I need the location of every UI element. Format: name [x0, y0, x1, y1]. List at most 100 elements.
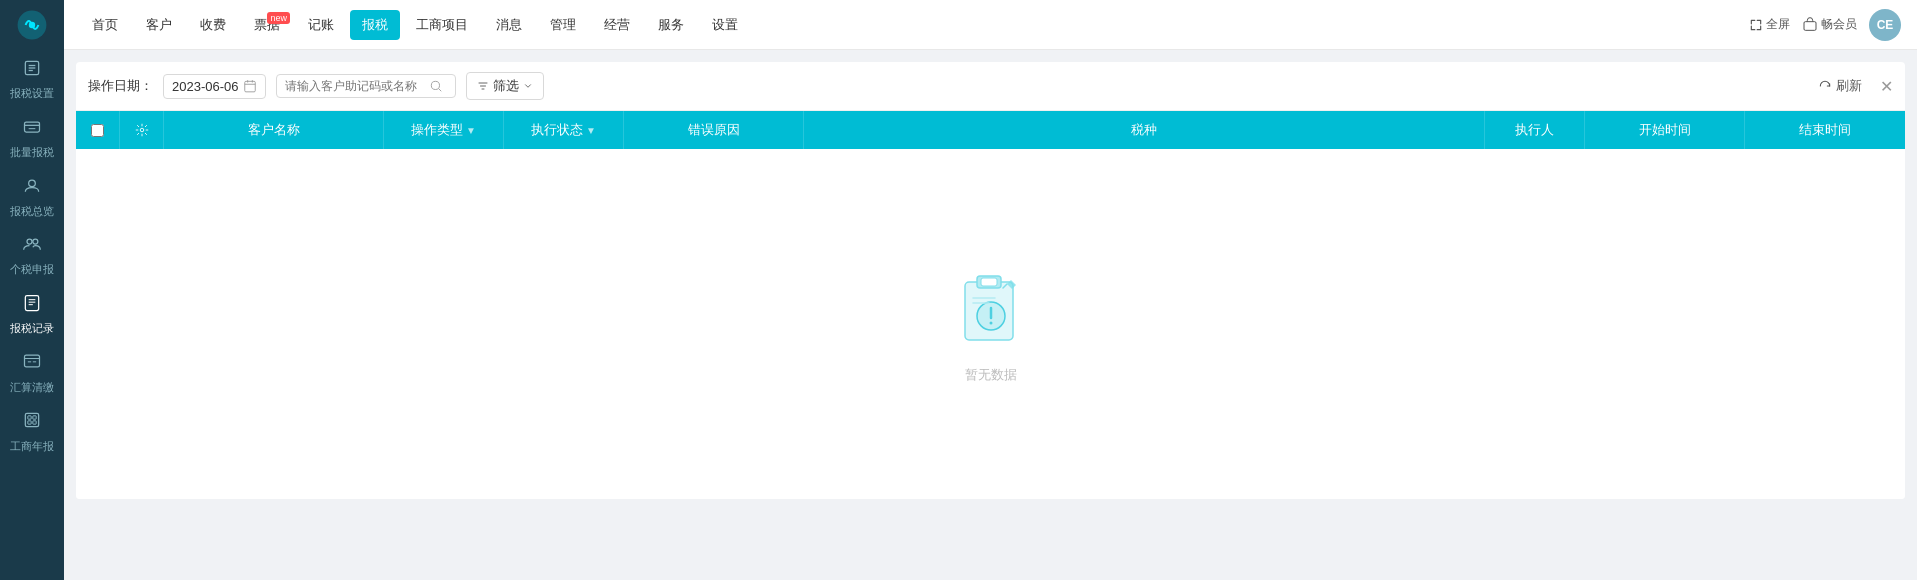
panel-toolbar: 操作日期： 2023-06-06	[76, 62, 1905, 111]
calendar-icon	[243, 79, 257, 93]
th-end-time: 结束时间	[1745, 111, 1905, 149]
svg-point-9	[29, 180, 36, 187]
nav-home[interactable]: 首页	[80, 10, 130, 40]
op-type-sort-icon: ▼	[466, 125, 476, 136]
th-start-time: 开始时间	[1585, 111, 1745, 149]
sidebar-item-settlement[interactable]: 汇算清缴	[0, 343, 64, 402]
date-label: 操作日期：	[88, 77, 153, 95]
search-box	[276, 74, 456, 98]
tax-settings-icon	[22, 58, 42, 84]
nav-operations[interactable]: 经营	[592, 10, 642, 40]
svg-rect-22	[33, 416, 36, 419]
nav-settings[interactable]: 设置	[700, 10, 750, 40]
svg-point-39	[989, 322, 992, 325]
svg-rect-35	[981, 278, 997, 286]
svg-point-30	[431, 81, 439, 89]
date-value: 2023-06-06	[172, 79, 239, 94]
member-icon	[1802, 17, 1818, 33]
member-label: 畅会员	[1821, 16, 1857, 33]
sidebar-label-annual-report: 工商年报	[10, 439, 54, 453]
table-body: 暂无数据	[76, 149, 1905, 499]
sidebar-item-personal-tax[interactable]: 个税申报	[0, 226, 64, 285]
topnav: 首页 客户 收费 票据 new 记账 报税 工商项目 消息 管理 经营 服务 设…	[64, 0, 1917, 50]
tax-records-icon	[22, 293, 42, 319]
svg-line-31	[438, 89, 441, 92]
topnav-items: 首页 客户 收费 票据 new 记账 报税 工商项目 消息 管理 经营 服务 设…	[80, 10, 1749, 40]
svg-rect-21	[28, 416, 31, 419]
search-icon	[429, 79, 443, 93]
sidebar-logo	[0, 0, 64, 50]
nav-customer[interactable]: 客户	[134, 10, 184, 40]
personal-tax-icon	[22, 234, 42, 260]
sidebar-item-batch-tax[interactable]: 批量报税	[0, 109, 64, 168]
table-header: 客户名称 操作类型 ▼ 执行状态 ▼ 错误原因 税种 执行人 开始时间 结束时间	[76, 111, 1905, 149]
tax-overview-icon	[22, 175, 42, 201]
th-status[interactable]: 执行状态 ▼	[504, 111, 624, 149]
svg-rect-20	[25, 413, 38, 426]
chevron-down-icon	[523, 81, 533, 91]
search-input[interactable]	[285, 79, 425, 93]
th-settings[interactable]	[120, 111, 164, 149]
nav-services[interactable]: 服务	[646, 10, 696, 40]
svg-rect-16	[25, 356, 40, 368]
sidebar: 报税设置 批量报税 报税总览	[0, 0, 64, 580]
filter-icon	[477, 80, 489, 92]
th-tax-type: 税种	[804, 111, 1485, 149]
sidebar-item-tax-overview[interactable]: 报税总览	[0, 167, 64, 226]
main-area: 首页 客户 收费 票据 new 记账 报税 工商项目 消息 管理 经营 服务 设…	[64, 0, 1917, 580]
member-btn[interactable]: 畅会员	[1802, 16, 1857, 33]
nav-messages[interactable]: 消息	[484, 10, 534, 40]
refresh-button[interactable]: 刷新	[1818, 77, 1862, 95]
refresh-label: 刷新	[1836, 77, 1862, 95]
sidebar-item-tax-records[interactable]: 报税记录	[0, 285, 64, 344]
nav-invoice[interactable]: 票据 new	[242, 10, 292, 40]
user-initials: CE	[1877, 18, 1894, 32]
nav-accounts[interactable]: 记账	[296, 10, 346, 40]
th-op-type[interactable]: 操作类型 ▼	[384, 111, 504, 149]
annual-report-icon	[22, 410, 42, 436]
content: 操作日期： 2023-06-06	[64, 50, 1917, 580]
close-button[interactable]: ✕	[1880, 77, 1893, 96]
svg-point-11	[33, 239, 38, 244]
date-picker[interactable]: 2023-06-06	[163, 74, 266, 99]
svg-rect-6	[25, 122, 40, 132]
th-executor: 执行人	[1485, 111, 1585, 149]
fullscreen-icon	[1749, 18, 1763, 32]
nav-tax[interactable]: 报税	[350, 10, 400, 40]
sidebar-label-tax-settings: 报税设置	[10, 86, 54, 100]
topnav-right: 全屏 畅会员 CE	[1749, 9, 1901, 41]
empty-illustration	[951, 264, 1031, 354]
sidebar-label-batch-tax: 批量报税	[10, 145, 54, 159]
filter-button[interactable]: 筛选	[466, 72, 544, 100]
svg-rect-25	[1804, 21, 1816, 30]
th-customer: 客户名称	[164, 111, 384, 149]
svg-rect-12	[25, 295, 38, 310]
settings-icon	[135, 123, 149, 137]
nav-management[interactable]: 管理	[538, 10, 588, 40]
fullscreen-label: 全屏	[1766, 16, 1790, 33]
sidebar-label-tax-overview: 报税总览	[10, 204, 54, 218]
svg-rect-24	[33, 421, 36, 424]
th-checkbox[interactable]	[76, 111, 120, 149]
status-sort-icon: ▼	[586, 125, 596, 136]
user-avatar[interactable]: CE	[1869, 9, 1901, 41]
svg-point-1	[29, 22, 35, 28]
empty-state: 暂无数据	[951, 264, 1031, 384]
sidebar-label-settlement: 汇算清缴	[10, 380, 54, 394]
select-all-checkbox[interactable]	[91, 124, 104, 137]
fullscreen-btn[interactable]: 全屏	[1749, 16, 1790, 33]
svg-rect-26	[244, 81, 255, 92]
svg-point-32	[140, 128, 144, 132]
nav-commerce[interactable]: 工商项目	[404, 10, 480, 40]
svg-point-10	[27, 239, 32, 244]
sidebar-label-personal-tax: 个税申报	[10, 262, 54, 276]
main-panel: 操作日期： 2023-06-06	[76, 62, 1905, 499]
sidebar-item-annual-report[interactable]: 工商年报	[0, 402, 64, 461]
th-error: 错误原因	[624, 111, 804, 149]
sidebar-item-tax-settings[interactable]: 报税设置	[0, 50, 64, 109]
sidebar-label-tax-records: 报税记录	[10, 321, 54, 335]
nav-billing[interactable]: 收费	[188, 10, 238, 40]
refresh-icon	[1818, 79, 1832, 93]
invoice-badge: new	[267, 12, 290, 24]
empty-text: 暂无数据	[965, 366, 1017, 384]
